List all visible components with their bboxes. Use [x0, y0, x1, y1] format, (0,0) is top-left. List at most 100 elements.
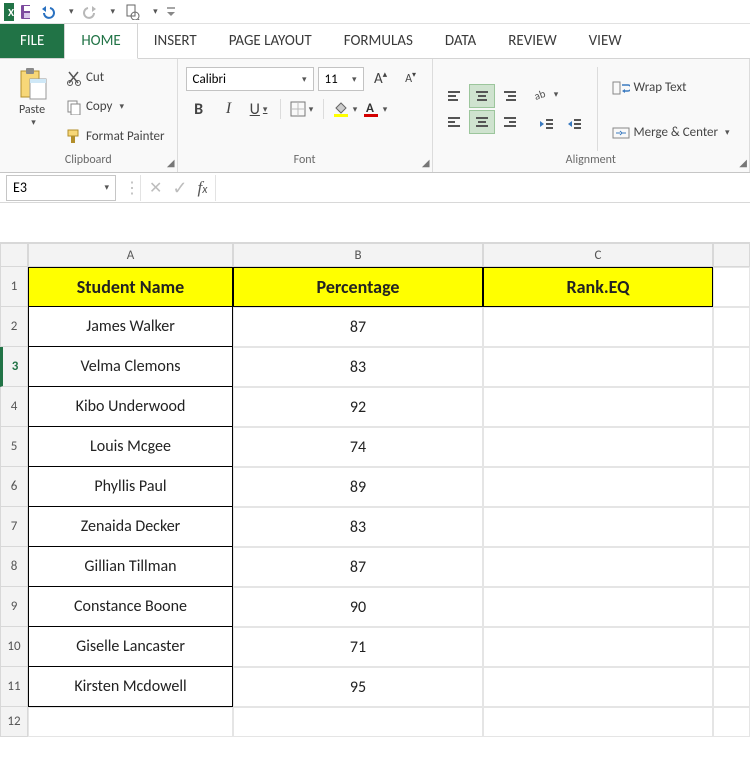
wrap-text-button[interactable]: Wrap Text: [608, 78, 734, 98]
cell[interactable]: [233, 707, 483, 737]
row-header[interactable]: 12: [0, 707, 28, 737]
format-painter-button[interactable]: Format Painter: [62, 126, 169, 146]
tab-file[interactable]: FILE: [0, 24, 64, 58]
name-box[interactable]: E3 ▾: [6, 175, 116, 201]
cell[interactable]: James Walker: [28, 307, 233, 347]
spreadsheet-grid[interactable]: A B C 1 Student Name Percentage Rank.EQ …: [0, 243, 750, 737]
cell[interactable]: 89: [233, 467, 483, 507]
align-right-icon[interactable]: [497, 110, 523, 134]
cut-button[interactable]: Cut: [62, 68, 169, 88]
cell[interactable]: [713, 507, 750, 547]
chevron-down-icon[interactable]: ▾: [31, 117, 36, 128]
cell[interactable]: [28, 707, 233, 737]
font-color-button[interactable]: A▾: [362, 97, 388, 121]
align-left-icon[interactable]: [441, 110, 467, 134]
row-header[interactable]: 3: [0, 347, 28, 387]
cancel-formula-icon[interactable]: ✕: [149, 178, 162, 198]
insert-function-icon[interactable]: fx: [198, 178, 208, 198]
tab-home[interactable]: HOME: [64, 23, 137, 59]
cell[interactable]: [483, 427, 713, 467]
table-header-cell[interactable]: Student Name: [28, 267, 233, 307]
tab-formulas[interactable]: FORMULAS: [328, 24, 429, 58]
cell[interactable]: 74: [233, 427, 483, 467]
cell[interactable]: [713, 627, 750, 667]
tab-insert[interactable]: INSERT: [138, 24, 213, 58]
row-header[interactable]: 5: [0, 427, 28, 467]
cell[interactable]: 83: [233, 347, 483, 387]
enter-formula-icon[interactable]: ✓: [172, 177, 187, 199]
cell[interactable]: [713, 667, 750, 707]
increase-font-icon[interactable]: A▴: [368, 67, 394, 91]
decrease-indent-icon[interactable]: [533, 112, 559, 136]
row-header[interactable]: 11: [0, 667, 28, 707]
align-top-right-icon[interactable]: [497, 84, 523, 108]
cell[interactable]: [483, 387, 713, 427]
cell[interactable]: [713, 467, 750, 507]
row-header[interactable]: 10: [0, 627, 28, 667]
underline-button[interactable]: U▾: [246, 97, 272, 121]
table-header-cell[interactable]: Percentage: [233, 267, 483, 307]
cell[interactable]: [713, 707, 750, 737]
cell[interactable]: [713, 387, 750, 427]
cell[interactable]: [713, 547, 750, 587]
cell[interactable]: 83: [233, 507, 483, 547]
merge-center-button[interactable]: Merge & Center▾: [608, 123, 734, 143]
column-header-a[interactable]: A: [28, 243, 233, 267]
cell[interactable]: [713, 347, 750, 387]
cell[interactable]: Kibo Underwood: [28, 387, 233, 427]
undo-button[interactable]: ▾: [36, 3, 78, 21]
cell[interactable]: [483, 347, 713, 387]
cell[interactable]: Gillian Tillman: [28, 547, 233, 587]
column-header-c[interactable]: C: [483, 243, 713, 267]
print-preview-button[interactable]: ▾: [120, 2, 162, 22]
bold-button[interactable]: B: [186, 97, 212, 121]
paste-button[interactable]: Paste ▾: [8, 63, 56, 151]
cell[interactable]: Zenaida Decker: [28, 507, 233, 547]
row-header[interactable]: 6: [0, 467, 28, 507]
cell[interactable]: [483, 627, 713, 667]
formula-input[interactable]: [216, 175, 750, 201]
qat-customize-button[interactable]: [162, 4, 186, 20]
cell[interactable]: [483, 507, 713, 547]
orientation-button[interactable]: ab▾: [533, 82, 559, 106]
row-header[interactable]: 1: [0, 267, 28, 307]
row-header[interactable]: 4: [0, 387, 28, 427]
cell[interactable]: 92: [233, 387, 483, 427]
cell[interactable]: 90: [233, 587, 483, 627]
cell[interactable]: [483, 547, 713, 587]
cell[interactable]: 87: [233, 307, 483, 347]
tab-view[interactable]: VIEW: [573, 24, 638, 58]
decrease-font-icon[interactable]: A▾: [398, 67, 424, 91]
copy-button[interactable]: Copy▾: [62, 97, 169, 117]
cell[interactable]: [483, 307, 713, 347]
cell[interactable]: [483, 707, 713, 737]
cell[interactable]: [483, 667, 713, 707]
chevron-down-icon[interactable]: ▾: [104, 182, 109, 193]
fill-color-button[interactable]: ▾: [332, 97, 358, 121]
cell[interactable]: 71: [233, 627, 483, 667]
row-header[interactable]: 7: [0, 507, 28, 547]
cell[interactable]: [713, 267, 750, 307]
column-header-d[interactable]: [713, 243, 750, 267]
tab-review[interactable]: REVIEW: [492, 24, 572, 58]
cell[interactable]: [483, 467, 713, 507]
redo-button[interactable]: ▾: [78, 3, 120, 21]
cell[interactable]: Constance Boone: [28, 587, 233, 627]
tab-page-layout[interactable]: PAGE LAYOUT: [213, 24, 328, 58]
column-header-b[interactable]: B: [233, 243, 483, 267]
cell[interactable]: 87: [233, 547, 483, 587]
font-name-select[interactable]: Calibri▾: [186, 67, 314, 91]
cell[interactable]: Velma Clemons: [28, 347, 233, 387]
row-header[interactable]: 2: [0, 307, 28, 347]
align-top-center-icon[interactable]: [469, 84, 495, 108]
tab-data[interactable]: DATA: [429, 24, 492, 58]
cell[interactable]: [713, 307, 750, 347]
row-header[interactable]: 9: [0, 587, 28, 627]
italic-button[interactable]: I: [216, 97, 242, 121]
align-top-left-icon[interactable]: [441, 84, 467, 108]
cell[interactable]: [713, 587, 750, 627]
cell[interactable]: [713, 427, 750, 467]
select-all-corner[interactable]: [0, 243, 28, 267]
align-center-icon[interactable]: [469, 110, 495, 134]
cell[interactable]: Giselle Lancaster: [28, 627, 233, 667]
